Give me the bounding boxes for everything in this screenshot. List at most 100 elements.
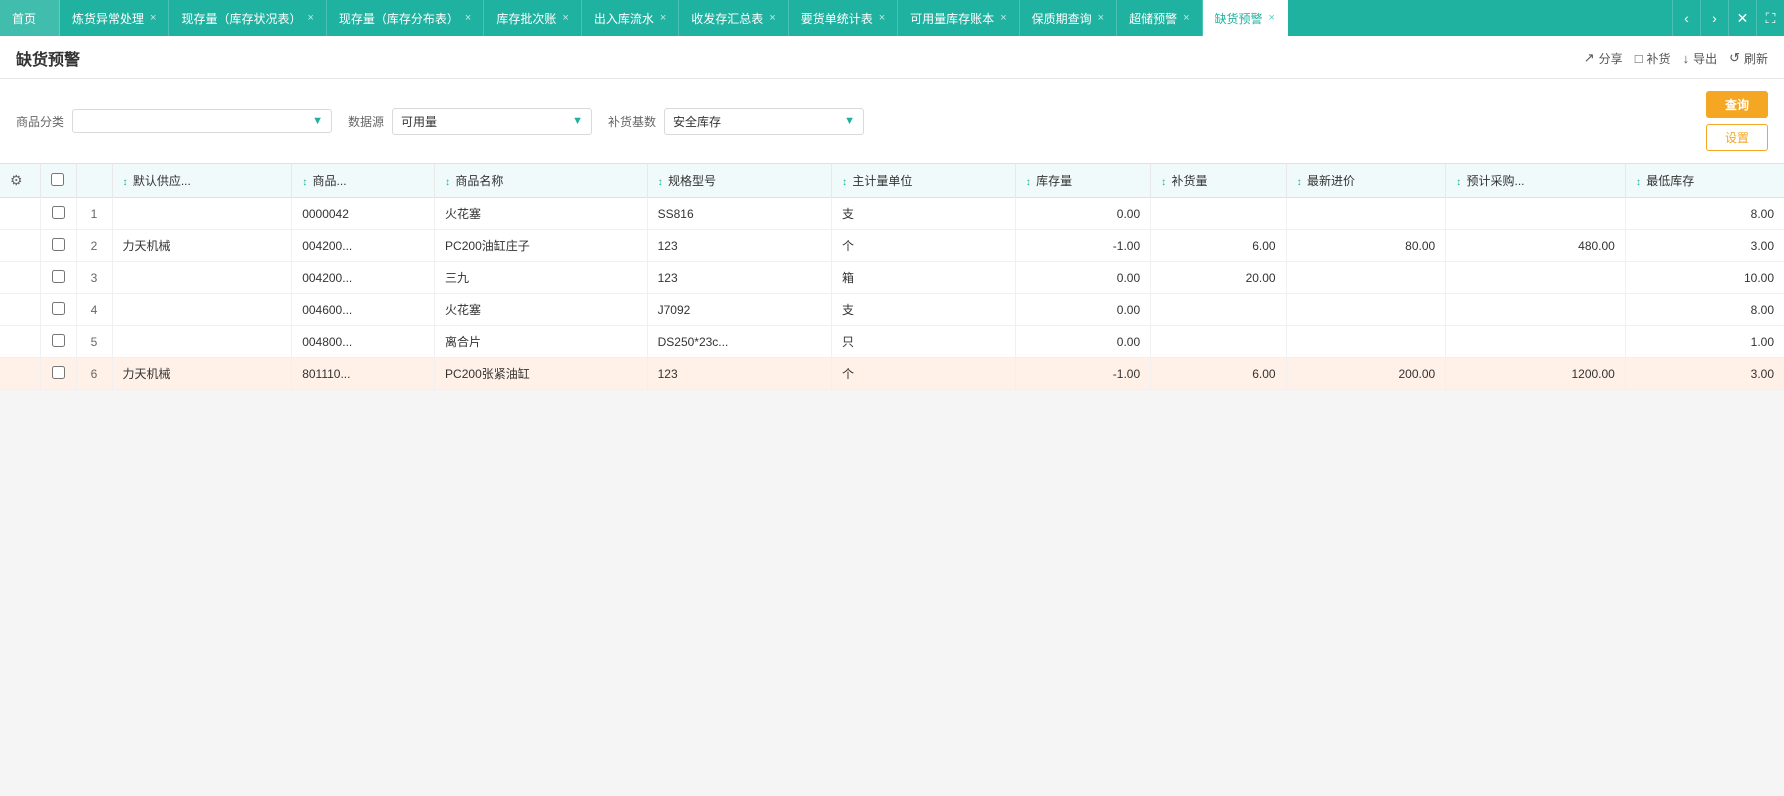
row-supplier: 力天机械 bbox=[112, 230, 292, 262]
settings-button[interactable]: 设置 bbox=[1706, 124, 1768, 151]
tab-inventory-status[interactable]: 现存量（库存状况表） × bbox=[169, 0, 326, 36]
row-checkbox-cell[interactable] bbox=[40, 198, 76, 230]
row-checkbox[interactable] bbox=[52, 206, 65, 219]
tab-prev-button[interactable]: ‹ bbox=[1672, 0, 1700, 36]
row-checkbox-cell[interactable] bbox=[40, 294, 76, 326]
row-checkbox-cell[interactable] bbox=[40, 358, 76, 390]
row-number: 5 bbox=[76, 326, 112, 358]
tab-expand-button[interactable]: ⛶ bbox=[1756, 0, 1784, 36]
replenish-qty-column-header[interactable]: ↕ 补货量 bbox=[1151, 164, 1286, 198]
unit-column-header[interactable]: ↕ 主计量单位 bbox=[832, 164, 1016, 198]
tab-home[interactable]: 首页 bbox=[0, 0, 60, 36]
header-actions: ↗ 分享 □ 补货 ↓ 导出 ↺ 刷新 bbox=[1584, 50, 1768, 67]
row-est-purchase: 1200.00 bbox=[1446, 358, 1626, 390]
row-supplier bbox=[112, 294, 292, 326]
sort-icon: ↕ bbox=[658, 177, 663, 188]
row-checkbox[interactable] bbox=[52, 270, 65, 283]
close-icon[interactable]: × bbox=[879, 12, 885, 24]
row-checkbox[interactable] bbox=[52, 238, 65, 251]
row-settings-cell bbox=[0, 358, 40, 390]
close-icon[interactable]: × bbox=[1269, 12, 1275, 24]
refresh-icon: ↺ bbox=[1729, 50, 1740, 66]
share-button[interactable]: ↗ 分享 bbox=[1584, 50, 1623, 67]
row-spec: 123 bbox=[647, 230, 831, 262]
tab-available-ledger[interactable]: 可用量库存账本 × bbox=[898, 0, 1019, 36]
select-all-checkbox[interactable] bbox=[51, 173, 64, 186]
row-est-purchase bbox=[1446, 294, 1626, 326]
tab-close-button[interactable]: ✕ bbox=[1728, 0, 1756, 36]
export-button[interactable]: ↓ 导出 bbox=[1683, 50, 1718, 67]
gear-icon[interactable]: ⚙ bbox=[10, 172, 23, 188]
row-product-code: 004600... bbox=[292, 294, 435, 326]
row-latest-price bbox=[1286, 198, 1446, 230]
row-checkbox[interactable] bbox=[52, 334, 65, 347]
close-icon[interactable]: × bbox=[1183, 12, 1189, 24]
tab-shortage[interactable]: 缺货预警 × bbox=[1203, 0, 1288, 36]
row-product-code: 004200... bbox=[292, 230, 435, 262]
row-settings-cell bbox=[0, 294, 40, 326]
replenish-base-select[interactable]: 安全库存 ▼ bbox=[664, 108, 864, 135]
tab-label: 现存量（库存分布表） bbox=[339, 10, 459, 27]
row-unit: 个 bbox=[832, 358, 1016, 390]
row-latest-price: 200.00 bbox=[1286, 358, 1446, 390]
min-stock-column-header[interactable]: ↕ 最低库存 bbox=[1625, 164, 1784, 198]
tab-overstock[interactable]: 超储预警 × bbox=[1117, 0, 1202, 36]
row-checkbox[interactable] bbox=[52, 366, 65, 379]
category-select[interactable]: ▼ bbox=[72, 109, 332, 133]
close-icon[interactable]: × bbox=[465, 12, 471, 24]
close-icon[interactable]: × bbox=[1098, 12, 1104, 24]
row-replenish-qty: 6.00 bbox=[1151, 358, 1286, 390]
main-content: 缺货预警 ↗ 分享 □ 补货 ↓ 导出 ↺ 刷新 商品分类 bbox=[0, 36, 1784, 390]
close-icon[interactable]: × bbox=[307, 12, 313, 24]
close-icon[interactable]: × bbox=[660, 12, 666, 24]
row-min-stock: 1.00 bbox=[1625, 326, 1784, 358]
tab-abnormal[interactable]: 炼货异常处理 × bbox=[60, 0, 169, 36]
row-product-name: 离合片 bbox=[435, 326, 648, 358]
spec-column-header[interactable]: ↕ 规格型号 bbox=[647, 164, 831, 198]
row-min-stock: 8.00 bbox=[1625, 198, 1784, 230]
refresh-button[interactable]: ↺ 刷新 bbox=[1729, 50, 1768, 67]
close-icon[interactable]: × bbox=[1000, 12, 1006, 24]
stock-qty-column-header[interactable]: ↕ 库存量 bbox=[1015, 164, 1150, 198]
row-replenish-qty bbox=[1151, 326, 1286, 358]
tab-demand-stat[interactable]: 要货单统计表 × bbox=[789, 0, 898, 36]
table-row: 2 力天机械 004200... PC200油缸庄子 123 个 -1.00 6… bbox=[0, 230, 1784, 262]
row-replenish-qty: 6.00 bbox=[1151, 230, 1286, 262]
row-number: 4 bbox=[76, 294, 112, 326]
tab-batch-account[interactable]: 库存批次账 × bbox=[484, 0, 581, 36]
row-unit: 只 bbox=[832, 326, 1016, 358]
replenish-button[interactable]: □ 补货 bbox=[1635, 50, 1671, 67]
tab-label: 出入库流水 bbox=[594, 10, 654, 27]
close-icon[interactable]: × bbox=[562, 12, 568, 24]
settings-column-header[interactable]: ⚙ bbox=[0, 164, 40, 198]
datasource-select[interactable]: 可用量 ▼ bbox=[392, 108, 592, 135]
product-name-column-header[interactable]: ↕ 商品名称 bbox=[435, 164, 648, 198]
supplier-column-header[interactable]: ↕ 默认供应... bbox=[112, 164, 292, 198]
tab-receive-summary[interactable]: 收发存汇总表 × bbox=[679, 0, 788, 36]
checkbox-column-header[interactable] bbox=[40, 164, 76, 198]
chevron-down-icon: ▼ bbox=[844, 115, 855, 127]
close-icon[interactable]: × bbox=[769, 12, 775, 24]
latest-price-column-header[interactable]: ↕ 最新进价 bbox=[1286, 164, 1446, 198]
tab-expiry-query[interactable]: 保质期查询 × bbox=[1020, 0, 1117, 36]
row-checkbox-cell[interactable] bbox=[40, 326, 76, 358]
row-checkbox-cell[interactable] bbox=[40, 262, 76, 294]
data-table: ⚙ ↕ 默认供应... ↕ 商品... ↕ bbox=[0, 163, 1784, 390]
table-body: 1 0000042 火花塞 SS816 支 0.00 8.00 2 力天机械 0… bbox=[0, 198, 1784, 390]
tab-next-button[interactable]: › bbox=[1700, 0, 1728, 36]
close-icon[interactable]: × bbox=[150, 12, 156, 24]
row-checkbox-cell[interactable] bbox=[40, 230, 76, 262]
tab-label: 要货单统计表 bbox=[801, 10, 873, 27]
query-button[interactable]: 查询 bbox=[1706, 91, 1768, 118]
row-settings-cell bbox=[0, 230, 40, 262]
sort-icon: ↕ bbox=[445, 177, 450, 188]
table-row: 5 004800... 离合片 DS250*23c... 只 0.00 1.00 bbox=[0, 326, 1784, 358]
tab-inventory-dist[interactable]: 现存量（库存分布表） × bbox=[327, 0, 484, 36]
product-code-column-header[interactable]: ↕ 商品... bbox=[292, 164, 435, 198]
row-checkbox[interactable] bbox=[52, 302, 65, 315]
chevron-down-icon: ▼ bbox=[312, 115, 323, 127]
est-purchase-column-header[interactable]: ↕ 预计采购... bbox=[1446, 164, 1626, 198]
row-latest-price: 80.00 bbox=[1286, 230, 1446, 262]
export-label: 导出 bbox=[1693, 50, 1717, 67]
tab-inout-flow[interactable]: 出入库流水 × bbox=[582, 0, 679, 36]
